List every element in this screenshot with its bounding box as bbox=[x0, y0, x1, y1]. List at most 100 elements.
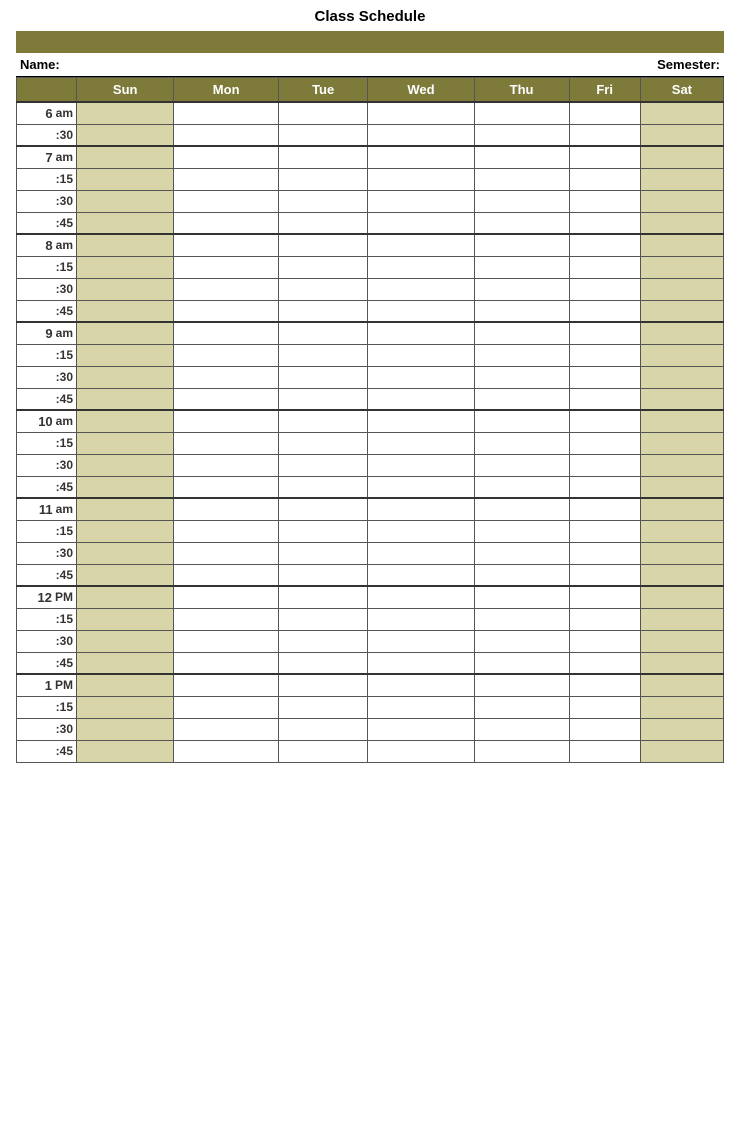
cell-mon-9-3[interactable] bbox=[174, 388, 279, 410]
cell-mon-10-0[interactable] bbox=[174, 410, 279, 432]
cell-wed-12-3[interactable] bbox=[368, 652, 474, 674]
cell-thu-11-3[interactable] bbox=[474, 564, 569, 586]
cell-fri-8-2[interactable] bbox=[569, 278, 640, 300]
cell-thu-7-1[interactable] bbox=[474, 168, 569, 190]
cell-sun-9-0[interactable] bbox=[77, 322, 174, 344]
cell-sun-9-2[interactable] bbox=[77, 366, 174, 388]
cell-fri-9-3[interactable] bbox=[569, 388, 640, 410]
cell-tue-6-0[interactable] bbox=[278, 102, 367, 124]
cell-wed-12-0[interactable] bbox=[368, 586, 474, 608]
cell-sat-1-0[interactable] bbox=[640, 674, 723, 696]
cell-tue-8-2[interactable] bbox=[278, 278, 367, 300]
cell-sat-11-0[interactable] bbox=[640, 498, 723, 520]
cell-mon-12-3[interactable] bbox=[174, 652, 279, 674]
cell-thu-10-1[interactable] bbox=[474, 432, 569, 454]
cell-thu-11-2[interactable] bbox=[474, 542, 569, 564]
cell-tue-8-3[interactable] bbox=[278, 300, 367, 322]
cell-mon-10-1[interactable] bbox=[174, 432, 279, 454]
cell-thu-8-3[interactable] bbox=[474, 300, 569, 322]
cell-tue-8-1[interactable] bbox=[278, 256, 367, 278]
cell-thu-12-3[interactable] bbox=[474, 652, 569, 674]
cell-mon-8-1[interactable] bbox=[174, 256, 279, 278]
cell-sun-9-1[interactable] bbox=[77, 344, 174, 366]
cell-sun-10-3[interactable] bbox=[77, 476, 174, 498]
cell-thu-11-0[interactable] bbox=[474, 498, 569, 520]
cell-tue-7-0[interactable] bbox=[278, 146, 367, 168]
cell-mon-1-0[interactable] bbox=[174, 674, 279, 696]
cell-sun-10-2[interactable] bbox=[77, 454, 174, 476]
cell-wed-11-1[interactable] bbox=[368, 520, 474, 542]
cell-thu-12-2[interactable] bbox=[474, 630, 569, 652]
cell-mon-11-1[interactable] bbox=[174, 520, 279, 542]
cell-sun-7-2[interactable] bbox=[77, 190, 174, 212]
cell-thu-9-1[interactable] bbox=[474, 344, 569, 366]
cell-sun-10-0[interactable] bbox=[77, 410, 174, 432]
cell-tue-9-0[interactable] bbox=[278, 322, 367, 344]
cell-thu-7-3[interactable] bbox=[474, 212, 569, 234]
cell-tue-7-3[interactable] bbox=[278, 212, 367, 234]
cell-fri-12-0[interactable] bbox=[569, 586, 640, 608]
cell-tue-1-2[interactable] bbox=[278, 718, 367, 740]
cell-wed-12-1[interactable] bbox=[368, 608, 474, 630]
cell-mon-1-2[interactable] bbox=[174, 718, 279, 740]
cell-sat-1-3[interactable] bbox=[640, 740, 723, 762]
cell-sun-7-3[interactable] bbox=[77, 212, 174, 234]
cell-sat-10-1[interactable] bbox=[640, 432, 723, 454]
cell-thu-10-0[interactable] bbox=[474, 410, 569, 432]
cell-thu-6-1[interactable] bbox=[474, 124, 569, 146]
cell-mon-10-3[interactable] bbox=[174, 476, 279, 498]
cell-sun-1-2[interactable] bbox=[77, 718, 174, 740]
cell-sun-8-3[interactable] bbox=[77, 300, 174, 322]
cell-thu-6-0[interactable] bbox=[474, 102, 569, 124]
cell-sun-6-1[interactable] bbox=[77, 124, 174, 146]
cell-sat-11-1[interactable] bbox=[640, 520, 723, 542]
cell-mon-7-2[interactable] bbox=[174, 190, 279, 212]
cell-mon-7-3[interactable] bbox=[174, 212, 279, 234]
cell-thu-12-0[interactable] bbox=[474, 586, 569, 608]
cell-wed-6-0[interactable] bbox=[368, 102, 474, 124]
cell-wed-1-2[interactable] bbox=[368, 718, 474, 740]
cell-sat-11-3[interactable] bbox=[640, 564, 723, 586]
cell-mon-11-3[interactable] bbox=[174, 564, 279, 586]
cell-fri-11-3[interactable] bbox=[569, 564, 640, 586]
cell-tue-10-1[interactable] bbox=[278, 432, 367, 454]
cell-sat-10-0[interactable] bbox=[640, 410, 723, 432]
cell-sun-8-2[interactable] bbox=[77, 278, 174, 300]
cell-tue-1-0[interactable] bbox=[278, 674, 367, 696]
cell-mon-1-3[interactable] bbox=[174, 740, 279, 762]
cell-mon-6-0[interactable] bbox=[174, 102, 279, 124]
cell-mon-10-2[interactable] bbox=[174, 454, 279, 476]
cell-fri-1-0[interactable] bbox=[569, 674, 640, 696]
cell-fri-10-3[interactable] bbox=[569, 476, 640, 498]
cell-mon-6-1[interactable] bbox=[174, 124, 279, 146]
cell-sun-1-1[interactable] bbox=[77, 696, 174, 718]
cell-sat-1-1[interactable] bbox=[640, 696, 723, 718]
cell-tue-11-0[interactable] bbox=[278, 498, 367, 520]
cell-sat-7-0[interactable] bbox=[640, 146, 723, 168]
cell-fri-1-2[interactable] bbox=[569, 718, 640, 740]
cell-thu-11-1[interactable] bbox=[474, 520, 569, 542]
cell-sat-12-0[interactable] bbox=[640, 586, 723, 608]
cell-mon-7-1[interactable] bbox=[174, 168, 279, 190]
cell-sat-1-2[interactable] bbox=[640, 718, 723, 740]
cell-wed-12-2[interactable] bbox=[368, 630, 474, 652]
cell-fri-9-2[interactable] bbox=[569, 366, 640, 388]
cell-fri-8-1[interactable] bbox=[569, 256, 640, 278]
cell-sat-10-3[interactable] bbox=[640, 476, 723, 498]
cell-tue-7-2[interactable] bbox=[278, 190, 367, 212]
cell-thu-12-1[interactable] bbox=[474, 608, 569, 630]
cell-wed-9-1[interactable] bbox=[368, 344, 474, 366]
cell-mon-7-0[interactable] bbox=[174, 146, 279, 168]
cell-sat-9-3[interactable] bbox=[640, 388, 723, 410]
cell-tue-11-1[interactable] bbox=[278, 520, 367, 542]
cell-fri-9-0[interactable] bbox=[569, 322, 640, 344]
cell-tue-10-3[interactable] bbox=[278, 476, 367, 498]
cell-sat-8-2[interactable] bbox=[640, 278, 723, 300]
cell-sat-9-0[interactable] bbox=[640, 322, 723, 344]
cell-fri-8-3[interactable] bbox=[569, 300, 640, 322]
cell-thu-9-0[interactable] bbox=[474, 322, 569, 344]
cell-tue-12-3[interactable] bbox=[278, 652, 367, 674]
cell-fri-12-3[interactable] bbox=[569, 652, 640, 674]
cell-fri-8-0[interactable] bbox=[569, 234, 640, 256]
cell-tue-9-3[interactable] bbox=[278, 388, 367, 410]
